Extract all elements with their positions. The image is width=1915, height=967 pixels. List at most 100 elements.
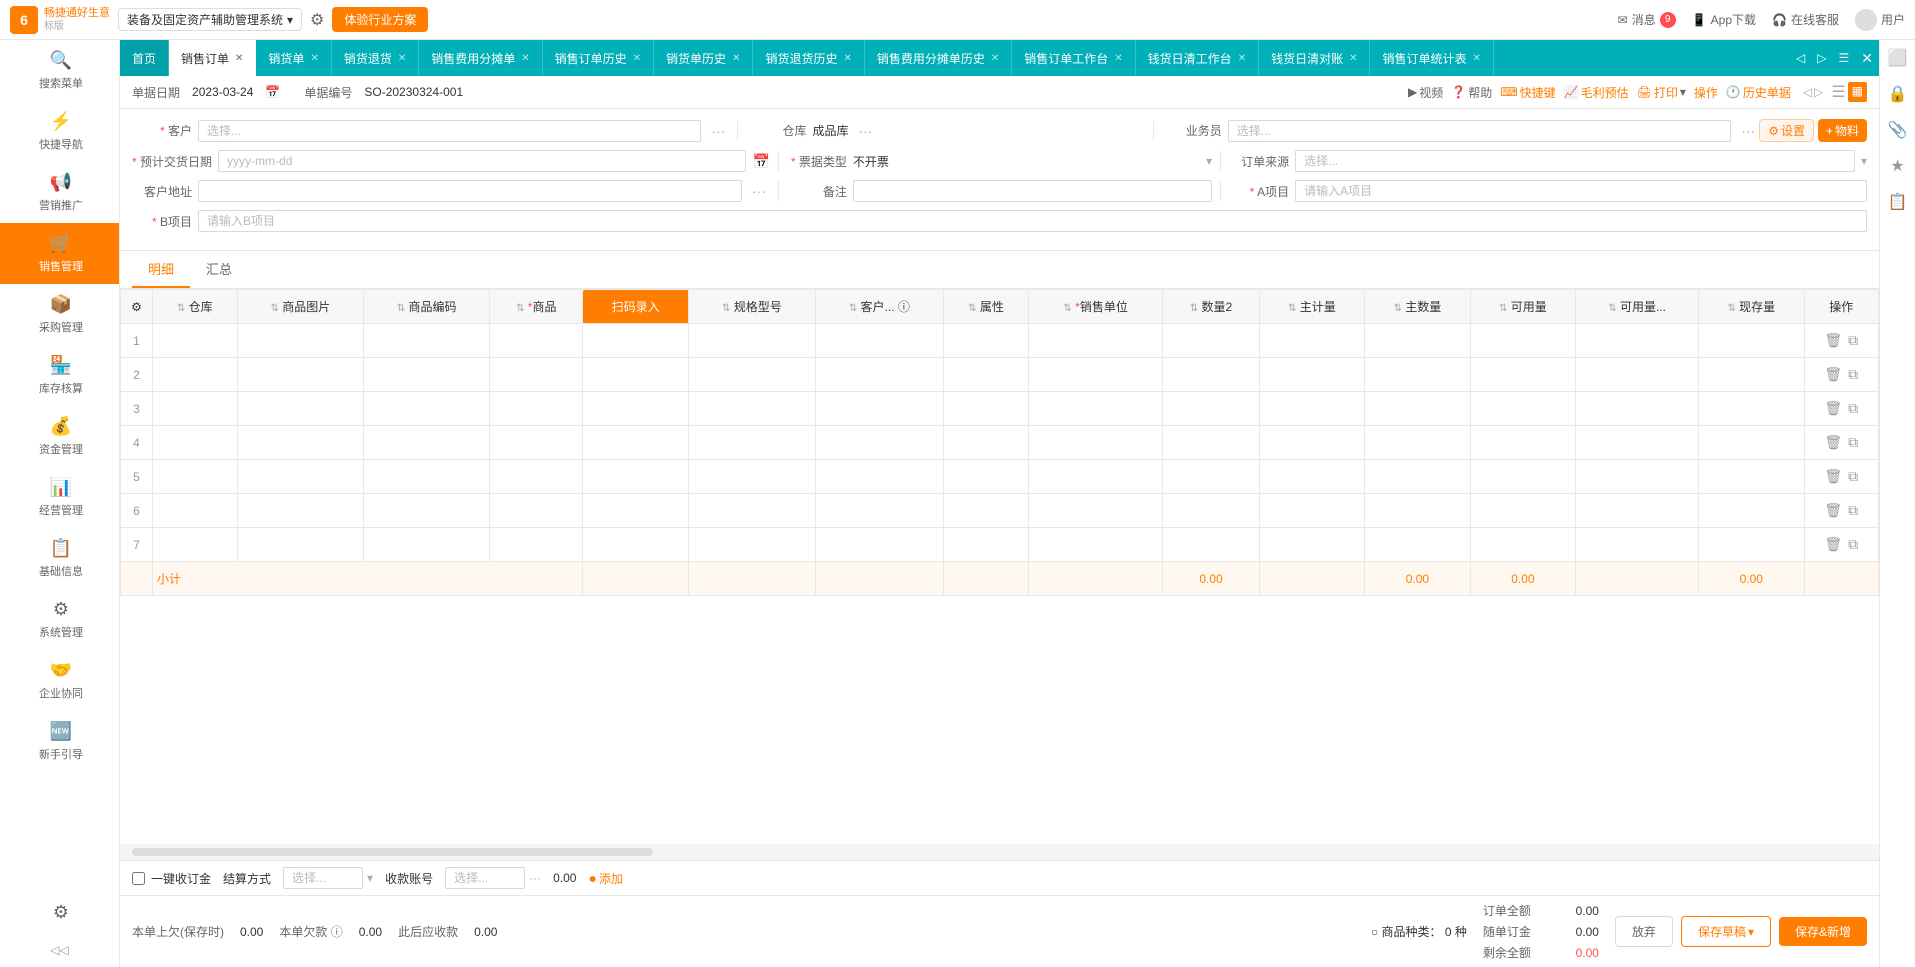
tab-close-10[interactable]: ✕ — [1238, 53, 1246, 64]
row-delete-icon[interactable]: 🗑 — [1824, 332, 1842, 349]
view-btn[interactable]: ▶ 视频 — [1408, 84, 1443, 101]
warehouse-more-btn[interactable]: ··· — [854, 123, 876, 139]
discard-btn[interactable]: 放弃 — [1615, 916, 1673, 947]
scrollbar-thumb[interactable] — [132, 848, 653, 856]
product-count-icon[interactable]: ○ — [1371, 925, 1378, 939]
row-delete-icon[interactable]: 🗑 — [1824, 366, 1842, 383]
tab-2[interactable]: 销货单✕ — [256, 40, 331, 76]
tab-4[interactable]: 销售费用分摊单✕ — [419, 40, 542, 76]
order-source-dropdown[interactable]: ▾ — [1861, 154, 1867, 168]
tab-summary[interactable]: 汇总 — [190, 251, 248, 288]
row-copy-icon[interactable]: ⧉ — [1848, 468, 1858, 485]
row-copy-icon[interactable]: ⧉ — [1848, 434, 1858, 451]
shortcut-btn[interactable]: ⌨ 快捷键 — [1500, 84, 1555, 101]
tab-close-8[interactable]: ✕ — [991, 53, 999, 64]
salesperson-more-btn[interactable]: ··· — [1737, 123, 1759, 139]
user-avatar[interactable]: 用户 — [1855, 9, 1905, 31]
delivery-calendar-icon[interactable]: 📅 — [752, 153, 769, 170]
date-value[interactable]: 2023-03-24 — [192, 85, 253, 99]
tab-menu-btn[interactable]: ☰ — [1833, 51, 1856, 65]
sidebar-settings[interactable]: ⚙ — [0, 892, 119, 933]
address-more-btn[interactable]: ··· — [748, 183, 770, 199]
right-panel-icon-4[interactable]: ★ — [1890, 156, 1904, 176]
tab-5[interactable]: 销售订单历史✕ — [543, 40, 654, 76]
a-project-input[interactable] — [1295, 180, 1867, 202]
remarks-input[interactable] — [853, 180, 1212, 202]
sidebar-item-inventory[interactable]: 🏪库存核算 — [0, 345, 119, 406]
account-more-btn[interactable]: ··· — [529, 871, 541, 885]
tab-7[interactable]: 销货退货历史✕ — [753, 40, 864, 76]
tab-close-all-btn[interactable]: ✕ — [1855, 50, 1879, 67]
sidebar-item-quick-nav[interactable]: ⚡快捷导航 — [0, 101, 119, 162]
row-copy-icon[interactable]: ⧉ — [1848, 502, 1858, 519]
profit-btn[interactable]: 📈 毛利预估 — [1564, 84, 1629, 101]
sidebar-item-marketing[interactable]: 📢营销推广 — [0, 162, 119, 223]
address-input[interactable] — [198, 180, 742, 202]
current-amount-info[interactable]: ⓘ — [331, 925, 343, 939]
view-list-icon[interactable]: ☰ — [1831, 82, 1845, 102]
tab-close-9[interactable]: ✕ — [1114, 53, 1122, 64]
right-panel-icon-3[interactable]: 📎 — [1888, 120, 1908, 140]
sidebar-item-basic-info[interactable]: 📋基础信息 — [0, 528, 119, 589]
table-wrapper[interactable]: ⚙ ⇅ 仓库 ⇅ 商品图片 ⇅ 商品编码 ⇅ *商品 扫码录入 ⇅ 规格型号 ⇅… — [120, 289, 1879, 844]
nav-left-icon[interactable]: ◁ — [1803, 85, 1812, 99]
app-download-btn[interactable]: 📱 App下载 — [1692, 11, 1756, 28]
gear-icon[interactable]: ⚙ — [310, 10, 324, 30]
row-delete-icon[interactable]: 🗑 — [1824, 502, 1842, 519]
col-settings[interactable]: ⚙ — [121, 290, 153, 324]
tab-close-7[interactable]: ✕ — [843, 53, 851, 64]
customer-input[interactable] — [198, 120, 701, 142]
view-grid-icon[interactable]: ▦ — [1848, 82, 1867, 102]
save-new-btn[interactable]: 保存&新增 — [1779, 917, 1867, 946]
sidebar-item-finance[interactable]: 💰资金管理 — [0, 406, 119, 467]
tab-6[interactable]: 销货单历史✕ — [654, 40, 753, 76]
account-input[interactable] — [445, 867, 525, 889]
sidebar-item-search[interactable]: 🔍搜索菜单 — [0, 40, 119, 101]
tab-0[interactable]: 首页 — [120, 40, 169, 76]
tab-close-4[interactable]: ✕ — [521, 53, 529, 64]
add-payment-btn[interactable]: ● 添加 — [588, 870, 622, 887]
salesperson-input[interactable] — [1228, 120, 1731, 142]
tab-close-1[interactable]: ✕ — [235, 53, 243, 64]
tab-9[interactable]: 销售订单工作台✕ — [1012, 40, 1135, 76]
tab-1[interactable]: 销售订单✕ — [169, 40, 256, 76]
tab-prev-btn[interactable]: ◁ — [1790, 51, 1811, 65]
save-draft-dropdown[interactable]: ▾ — [1748, 925, 1754, 939]
col-scan[interactable]: 扫码录入 — [583, 290, 689, 324]
nav-right-icon[interactable]: ▷ — [1814, 85, 1823, 99]
sidebar-item-system[interactable]: ⚙系统管理 — [0, 589, 119, 650]
payment-method-dropdown[interactable]: ▾ — [367, 871, 373, 885]
row-delete-icon[interactable]: 🗑 — [1824, 536, 1842, 553]
help-btn[interactable]: ❓ 帮助 — [1451, 84, 1492, 101]
sidebar-item-operations[interactable]: 📊经营管理 — [0, 467, 119, 528]
calendar-icon[interactable]: 📅 — [265, 85, 280, 99]
tab-close-12[interactable]: ✕ — [1473, 53, 1481, 64]
tab-next-btn[interactable]: ▷ — [1811, 51, 1832, 65]
right-panel-icon-2[interactable]: 🔒 — [1888, 84, 1908, 104]
industry-btn[interactable]: 体验行业方案 — [332, 7, 428, 32]
row-copy-icon[interactable]: ⧉ — [1848, 400, 1858, 417]
row-copy-icon[interactable]: ⧉ — [1848, 332, 1858, 349]
setting-btn[interactable]: ⚙ 设置 — [1759, 119, 1814, 142]
online-service-btn[interactable]: 🎧 在线客服 — [1772, 11, 1839, 28]
tab-8[interactable]: 销售费用分摊单历史✕ — [865, 40, 1012, 76]
tab-detail[interactable]: 明细 — [132, 251, 190, 288]
system-selector[interactable]: 装备及固定资产辅助管理系统 ▾ — [118, 8, 302, 31]
horizontal-scrollbar[interactable] — [132, 848, 1867, 856]
tab-close-11[interactable]: ✕ — [1349, 53, 1357, 64]
tab-close-3[interactable]: ✕ — [398, 53, 406, 64]
tab-close-5[interactable]: ✕ — [633, 53, 641, 64]
print-btn[interactable]: 🖨 打印 ▾ — [1637, 84, 1686, 101]
sidebar-item-enterprise[interactable]: 🤝企业协同 — [0, 650, 119, 711]
tab-close-6[interactable]: ✕ — [732, 53, 740, 64]
row-delete-icon[interactable]: 🗑 — [1824, 434, 1842, 451]
sidebar-collapse-btn[interactable]: ◁◁ — [0, 933, 119, 967]
sidebar-item-purchase[interactable]: 📦采购管理 — [0, 284, 119, 345]
right-panel-icon-5[interactable]: 📋 — [1888, 192, 1908, 212]
row-delete-icon[interactable]: 🗑 — [1824, 468, 1842, 485]
save-draft-btn[interactable]: 保存草稿 ▾ — [1681, 916, 1771, 947]
row-copy-icon[interactable]: ⧉ — [1848, 536, 1858, 553]
message-btn[interactable]: ✉ 消息 9 — [1618, 11, 1676, 28]
customer-more-btn[interactable]: ··· — [707, 123, 729, 139]
invoice-dropdown-icon[interactable]: ▾ — [1206, 154, 1212, 168]
